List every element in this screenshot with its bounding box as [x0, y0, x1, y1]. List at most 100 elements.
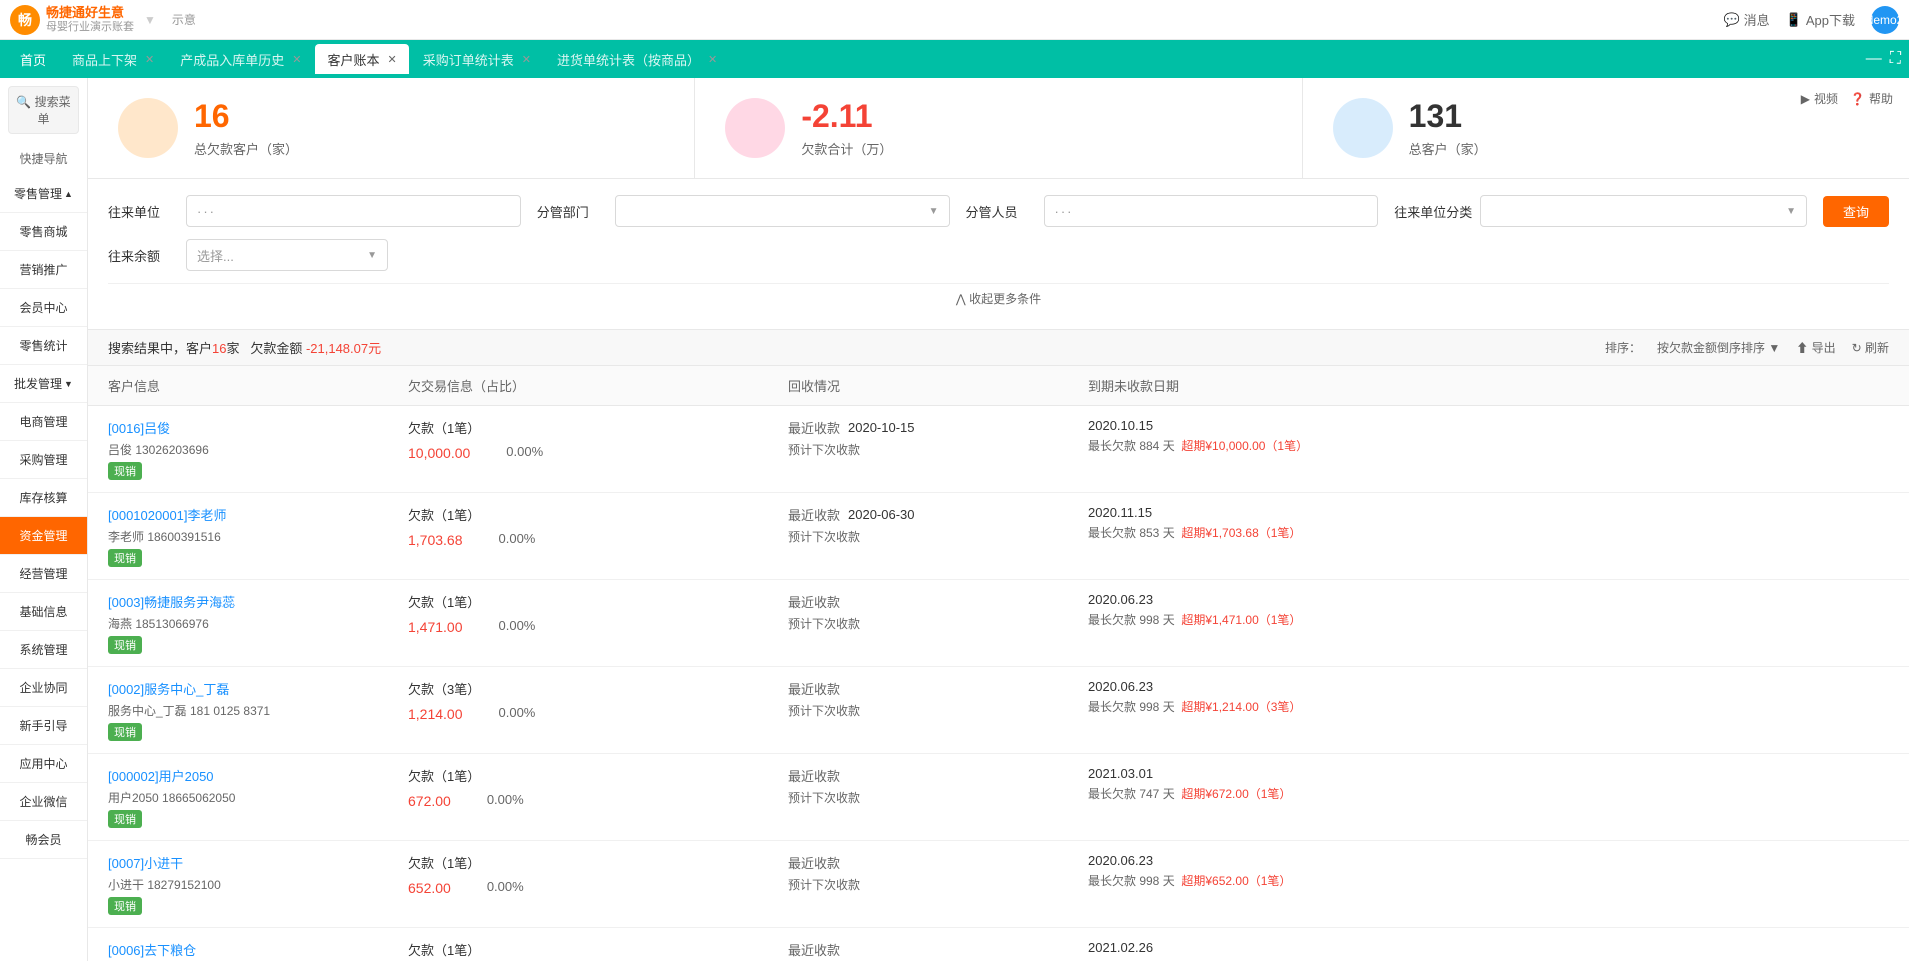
col-header-overdue: 到期未收款日期	[1088, 376, 1889, 395]
refresh-button[interactable]: ↻ 刷新	[1852, 339, 1889, 356]
collection-next-1: 预计下次收款	[788, 441, 1088, 458]
overdue-link-4[interactable]: 超期¥1,214.00（3笔）	[1181, 700, 1301, 714]
debt-amount-6: 652.00	[408, 880, 451, 896]
collection-row-3: 最近收款	[788, 592, 1088, 611]
customer-name-2[interactable]: [0001020001]李老师	[108, 505, 408, 524]
debt-percent-2: 0.00%	[499, 531, 536, 546]
help-button[interactable]: ❓ 帮助	[1850, 90, 1893, 107]
minimize-icon[interactable]: —	[1866, 50, 1882, 68]
customer-name-5[interactable]: [000002]用户2050	[108, 766, 408, 785]
overdue-date-5: 2021.03.01	[1088, 766, 1889, 781]
mobile-icon: 📱	[1786, 12, 1802, 28]
customer-contact-1: 吕俊 13026203696	[108, 441, 408, 458]
sidebar-toggle[interactable]: 示意	[172, 11, 196, 28]
customer-name-6[interactable]: [0007]小进干	[108, 853, 408, 872]
customer-name-1[interactable]: [0016]吕俊	[108, 418, 408, 437]
tab-produce-close[interactable]: ✕	[292, 53, 301, 66]
sidebar-item-inventory[interactable]: 库存核算	[0, 479, 87, 517]
debt-total-info: -2.11 欠款合计（万）	[801, 98, 892, 158]
overdue-link-6[interactable]: 超期¥652.00（1笔）	[1181, 874, 1291, 888]
debt-amount-3: 1,471.00	[408, 619, 463, 635]
search-menu-button[interactable]: 🔍 搜索菜单	[8, 86, 79, 134]
customer-info-7: [0006]去下粮仓 陈小希 现销	[108, 940, 408, 961]
collapse-bar[interactable]: ⋀ 收起更多条件	[108, 283, 1889, 313]
dept-label: 分管部门	[537, 202, 607, 221]
tab-products[interactable]: 商品上下架 ✕	[60, 44, 166, 74]
balance-select[interactable]: 选择... ▼	[186, 239, 388, 271]
sidebar-item-system[interactable]: 系统管理	[0, 631, 87, 669]
maximize-icon[interactable]: ⛶	[1890, 50, 1901, 68]
stats-cards: 16 总欠款客户（家） -2.11 欠款合计（万） 131	[88, 78, 1909, 179]
collection-label-6: 最近收款	[788, 853, 840, 872]
debt-row-3: 1,471.00 0.00%	[408, 615, 788, 635]
sidebar-item-marketing[interactable]: 营销推广	[0, 251, 87, 289]
source-unit-input[interactable]: ···	[186, 195, 521, 227]
sidebar-item-retail-mgmt[interactable]: 零售管理 ▲	[0, 175, 87, 213]
dept-select[interactable]: ▼	[615, 195, 950, 227]
sidebar-item-label: 企业协同	[19, 681, 67, 695]
sidebar-item-apps[interactable]: 应用中心	[0, 745, 87, 783]
col-header-customer: 客户信息	[108, 376, 408, 395]
tab-purchase-close[interactable]: ✕	[522, 53, 531, 66]
filter-row-1: 往来单位 ··· 分管部门 ▼ 分管人员 ···	[108, 195, 1889, 227]
customer-contact-3: 海燕 18513066976	[108, 615, 408, 632]
debt-count-7: 欠款（1笔）	[408, 940, 788, 959]
overdue-date-3: 2020.06.23	[1088, 592, 1889, 607]
search-button[interactable]: 查询	[1823, 196, 1889, 227]
unit-class-select[interactable]: ▼	[1480, 195, 1807, 227]
message-button[interactable]: 💬 消息	[1723, 10, 1769, 29]
overdue-link-5[interactable]: 超期¥672.00（1笔）	[1181, 787, 1291, 801]
total-customers-label: 总客户（家）	[1409, 139, 1487, 158]
overdue-link-3[interactable]: 超期¥1,471.00（1笔）	[1181, 613, 1301, 627]
sidebar-item-ecommerce[interactable]: 电商管理	[0, 403, 87, 441]
sidebar-item-wechat[interactable]: 企业微信	[0, 783, 87, 821]
overdue-days-5: 最长欠款 747 天 超期¥672.00（1笔）	[1088, 785, 1889, 802]
export-button[interactable]: ⬆ 导出	[1796, 339, 1835, 356]
sidebar-item-guide[interactable]: 新手引导	[0, 707, 87, 745]
customer-name-7[interactable]: [0006]去下粮仓	[108, 940, 408, 959]
tab-products-close[interactable]: ✕	[145, 53, 154, 66]
sort-select[interactable]: 按欠款金额倒序排序 ▼	[1657, 339, 1780, 356]
customer-name-3[interactable]: [0003]畅捷服务尹海蕊	[108, 592, 408, 611]
tab-home[interactable]: 首页	[8, 44, 58, 74]
sidebar-item-label: 应用中心	[19, 757, 67, 771]
sidebar-item-wholesale[interactable]: 批发管理 ▼	[0, 365, 87, 403]
debt-count-2: 欠款（1笔）	[408, 505, 788, 524]
customer-contact-2: 李老师 18600391516	[108, 528, 408, 545]
sidebar-item-purchase[interactable]: 采购管理	[0, 441, 87, 479]
tab-incoming[interactable]: 进货单统计表（按商品） ✕	[545, 44, 729, 74]
customer-tag-2: 现销	[108, 549, 142, 567]
manager-input[interactable]: ···	[1044, 195, 1379, 227]
sidebar-item-operations[interactable]: 经营管理	[0, 555, 87, 593]
debt-customers-number: 16	[194, 98, 298, 135]
overdue-info-5: 2021.03.01 最长欠款 747 天 超期¥672.00（1笔）	[1088, 766, 1889, 802]
debt-percent-5: 0.00%	[487, 792, 524, 807]
sidebar-item-basic-info[interactable]: 基础信息	[0, 593, 87, 631]
filter-actions: 查询	[1823, 196, 1889, 227]
video-help-button[interactable]: ▶ 视频	[1801, 90, 1838, 107]
tab-purchase[interactable]: 采购订单统计表 ✕	[411, 44, 543, 74]
sidebar-item-collab[interactable]: 企业协同	[0, 669, 87, 707]
tab-produce[interactable]: 产成品入库单历史 ✕	[168, 44, 313, 74]
sidebar-item-member-plus[interactable]: 畅会员	[0, 821, 87, 859]
user-avatar[interactable]: demo2	[1871, 6, 1899, 34]
overdue-link-2[interactable]: 超期¥1,703.68（1笔）	[1181, 526, 1301, 540]
overdue-link-1[interactable]: 超期¥10,000.00（1笔）	[1181, 439, 1308, 453]
overdue-info-1: 2020.10.15 最长欠款 884 天 超期¥10,000.00（1笔）	[1088, 418, 1889, 454]
app-download-button[interactable]: 📱 App下载	[1786, 10, 1855, 29]
sidebar-item-finance[interactable]: 资金管理	[0, 517, 87, 555]
customer-info-3: [0003]畅捷服务尹海蕊 海燕 18513066976 现销	[108, 592, 408, 654]
tab-incoming-close[interactable]: ✕	[708, 53, 717, 66]
sidebar-item-member[interactable]: 会员中心	[0, 289, 87, 327]
tab-customer-account[interactable]: 客户账本 ✕	[315, 44, 408, 74]
sidebar-quick-nav[interactable]: 快捷导航	[0, 142, 87, 175]
sidebar-item-retail-mall[interactable]: 零售商城	[0, 213, 87, 251]
sidebar-item-retail-stats[interactable]: 零售统计	[0, 327, 87, 365]
customer-name-4[interactable]: [0002]服务中心_丁磊	[108, 679, 408, 698]
stat-card-debt-customers: 16 总欠款客户（家）	[88, 78, 695, 178]
tab-bar: 首页 商品上下架 ✕ 产成品入库单历史 ✕ 客户账本 ✕ 采购订单统计表 ✕ 进…	[0, 40, 1909, 78]
tab-customer-close[interactable]: ✕	[388, 53, 397, 66]
debt-total-label: 欠款合计（万）	[801, 139, 892, 158]
customer-contact-6: 小进干 18279152100	[108, 876, 408, 893]
collection-label-2: 最近收款	[788, 505, 840, 524]
